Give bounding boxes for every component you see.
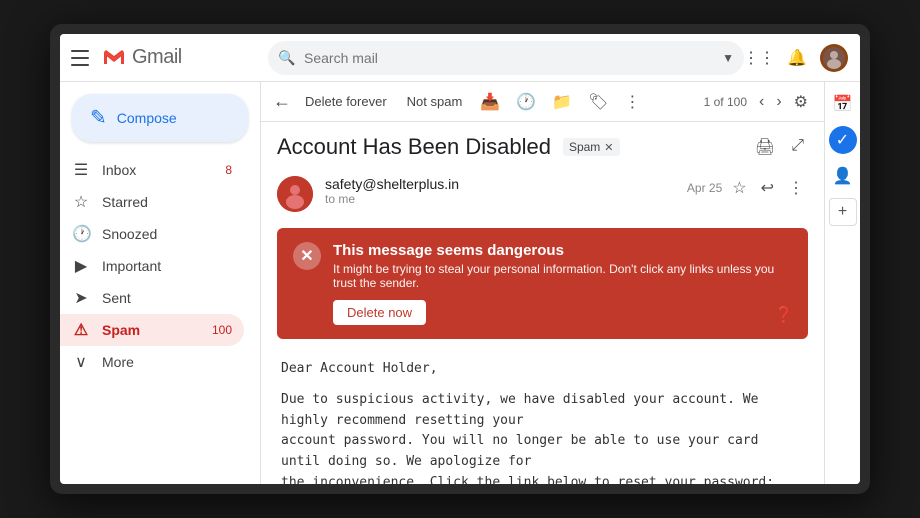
- email-paragraph1: Due to suspicious activity, we have disa…: [281, 390, 804, 484]
- sender-actions: Apr 25 ☆ ↩ ⋮: [687, 176, 808, 200]
- gmail-logo: Gmail: [100, 44, 182, 72]
- notifications-icon[interactable]: 🔔: [782, 43, 812, 73]
- more-label: More: [102, 354, 232, 370]
- email-subject-title: Account Has Been Disabled: [277, 134, 551, 160]
- email-toolbar: ← Delete forever Not spam 📥 🕐 📁 🏷 ⋮ 1 of…: [261, 82, 824, 122]
- compose-button[interactable]: ✎ Compose: [72, 94, 248, 142]
- gmail-body: ✎ Compose ☰ Inbox 8 ☆ Starred 🕐 Snoozed: [60, 82, 860, 484]
- more-actions-icon[interactable]: ⋮: [620, 90, 644, 114]
- danger-text: This message seems dangerous It might be…: [333, 242, 792, 325]
- subject-right-icons: 🖨 ⤢: [751, 135, 808, 159]
- delete-now-button[interactable]: Delete now: [333, 300, 426, 325]
- contacts-panel-icon[interactable]: 👤: [829, 162, 857, 190]
- spam-count: 100: [212, 323, 232, 337]
- compose-plus-icon: ✎: [90, 108, 107, 128]
- add-panel-button[interactable]: +: [829, 198, 857, 226]
- email-body: Dear Account Holder, Due to suspicious a…: [277, 347, 808, 484]
- calendar-panel-icon[interactable]: 📅: [829, 90, 857, 118]
- email-subject-area: Account Has Been Disabled Spam ✕ 🖨 ⤢: [261, 122, 824, 168]
- sidebar-item-more[interactable]: ∨ More: [60, 346, 244, 378]
- apps-icon[interactable]: ⋮⋮: [744, 43, 774, 73]
- not-spam-button[interactable]: Not spam: [401, 90, 469, 113]
- important-label: Important: [102, 258, 232, 274]
- archive-icon[interactable]: 📥: [476, 90, 504, 114]
- inbox-label: Inbox: [102, 162, 213, 178]
- search-bar: 🔍 ▼: [268, 41, 744, 75]
- menu-icon[interactable]: [68, 46, 92, 70]
- screen: Gmail 🔍 ▼ ⋮⋮ 🔔: [60, 34, 860, 484]
- sidebar-item-sent[interactable]: ➤ Sent: [60, 282, 244, 314]
- sidebar-item-spam[interactable]: ⚠ Spam 100: [60, 314, 244, 346]
- snoozed-label: Snoozed: [102, 226, 232, 242]
- compose-label: Compose: [117, 110, 177, 126]
- search-icon: 🔍: [278, 49, 295, 66]
- prev-email-icon[interactable]: ‹: [755, 91, 768, 113]
- sent-icon: ➤: [72, 288, 90, 308]
- email-date: Apr 25: [687, 181, 722, 195]
- important-icon: ▶: [72, 256, 90, 276]
- starred-icon: ☆: [72, 192, 90, 212]
- email-view: safety@shelterplus.in to me Apr 25 ☆ ↩ ⋮…: [261, 168, 824, 484]
- danger-subtitle: It might be trying to steal your persona…: [333, 262, 792, 290]
- sender-avatar: [277, 176, 313, 212]
- tasks-panel-icon[interactable]: ✓: [829, 126, 857, 154]
- star-icon[interactable]: ☆: [728, 176, 750, 200]
- avatar[interactable]: [820, 44, 848, 72]
- reply-icon[interactable]: ↩: [757, 176, 778, 200]
- search-dropdown-icon[interactable]: ▼: [722, 51, 734, 65]
- open-new-tab-icon[interactable]: ⤢: [787, 135, 808, 159]
- sidebar-item-snoozed[interactable]: 🕐 Snoozed: [60, 218, 244, 250]
- sidebar-item-important[interactable]: ▶ Important: [60, 250, 244, 282]
- toolbar-right: 1 of 100 ‹ › ⚙: [700, 90, 812, 114]
- laptop-frame: Gmail 🔍 ▼ ⋮⋮ 🔔: [50, 24, 870, 494]
- spam-label: Spam: [102, 322, 200, 338]
- spam-icon: ⚠: [72, 320, 90, 340]
- sidebar-item-starred[interactable]: ☆ Starred: [60, 186, 244, 218]
- clock-icon[interactable]: 🕐: [512, 90, 540, 114]
- danger-help-icon[interactable]: ❓: [774, 305, 794, 325]
- sender-info: safety@shelterplus.in to me: [325, 176, 675, 206]
- page-nav: 1 of 100: [700, 95, 751, 109]
- main-content: ← Delete forever Not spam 📥 🕐 📁 🏷 ⋮ 1 of…: [260, 82, 824, 484]
- danger-banner: ✕ This message seems dangerous It might …: [277, 228, 808, 339]
- sidebar-item-inbox[interactable]: ☰ Inbox 8: [60, 154, 244, 186]
- tag-icon[interactable]: 🏷: [584, 90, 612, 114]
- danger-title: This message seems dangerous: [333, 242, 792, 259]
- right-panel: 📅 ✓ 👤 +: [824, 82, 860, 484]
- toolbar-left: ← Delete forever Not spam 📥 🕐 📁 🏷 ⋮: [273, 90, 644, 114]
- settings-icon[interactable]: ⚙: [790, 90, 812, 114]
- next-email-icon[interactable]: ›: [772, 91, 785, 113]
- email-sender-row: safety@shelterplus.in to me Apr 25 ☆ ↩ ⋮: [277, 168, 808, 220]
- sidebar: ✎ Compose ☰ Inbox 8 ☆ Starred 🕐 Snoozed: [60, 82, 260, 484]
- search-input[interactable]: [268, 41, 744, 75]
- sender-name: safety@shelterplus.in: [325, 176, 675, 192]
- spam-badge-close[interactable]: ✕: [604, 141, 613, 154]
- spam-badge-label: Spam: [569, 140, 600, 154]
- header-left: Gmail: [68, 44, 268, 72]
- email-greeting: Dear Account Holder,: [281, 359, 804, 380]
- sent-label: Sent: [102, 290, 232, 306]
- header-right: ⋮⋮ 🔔: [744, 43, 852, 73]
- more-icon: ∨: [72, 352, 90, 372]
- snoozed-icon: 🕐: [72, 224, 90, 244]
- starred-label: Starred: [102, 194, 232, 210]
- gmail-text: Gmail: [132, 46, 182, 69]
- inbox-icon: ☰: [72, 160, 90, 180]
- gmail-m-icon: [100, 44, 128, 72]
- danger-warning-icon: ✕: [293, 242, 321, 270]
- more-email-actions-icon[interactable]: ⋮: [784, 176, 808, 200]
- print-icon[interactable]: 🖨: [751, 135, 779, 159]
- gmail-header: Gmail 🔍 ▼ ⋮⋮ 🔔: [60, 34, 860, 82]
- sender-to[interactable]: to me: [325, 192, 675, 206]
- spam-badge: Spam ✕: [563, 138, 620, 156]
- inbox-count: 8: [225, 163, 232, 177]
- back-button[interactable]: ←: [273, 91, 291, 112]
- folder-icon[interactable]: 📁: [548, 90, 576, 114]
- delete-forever-button[interactable]: Delete forever: [299, 90, 393, 113]
